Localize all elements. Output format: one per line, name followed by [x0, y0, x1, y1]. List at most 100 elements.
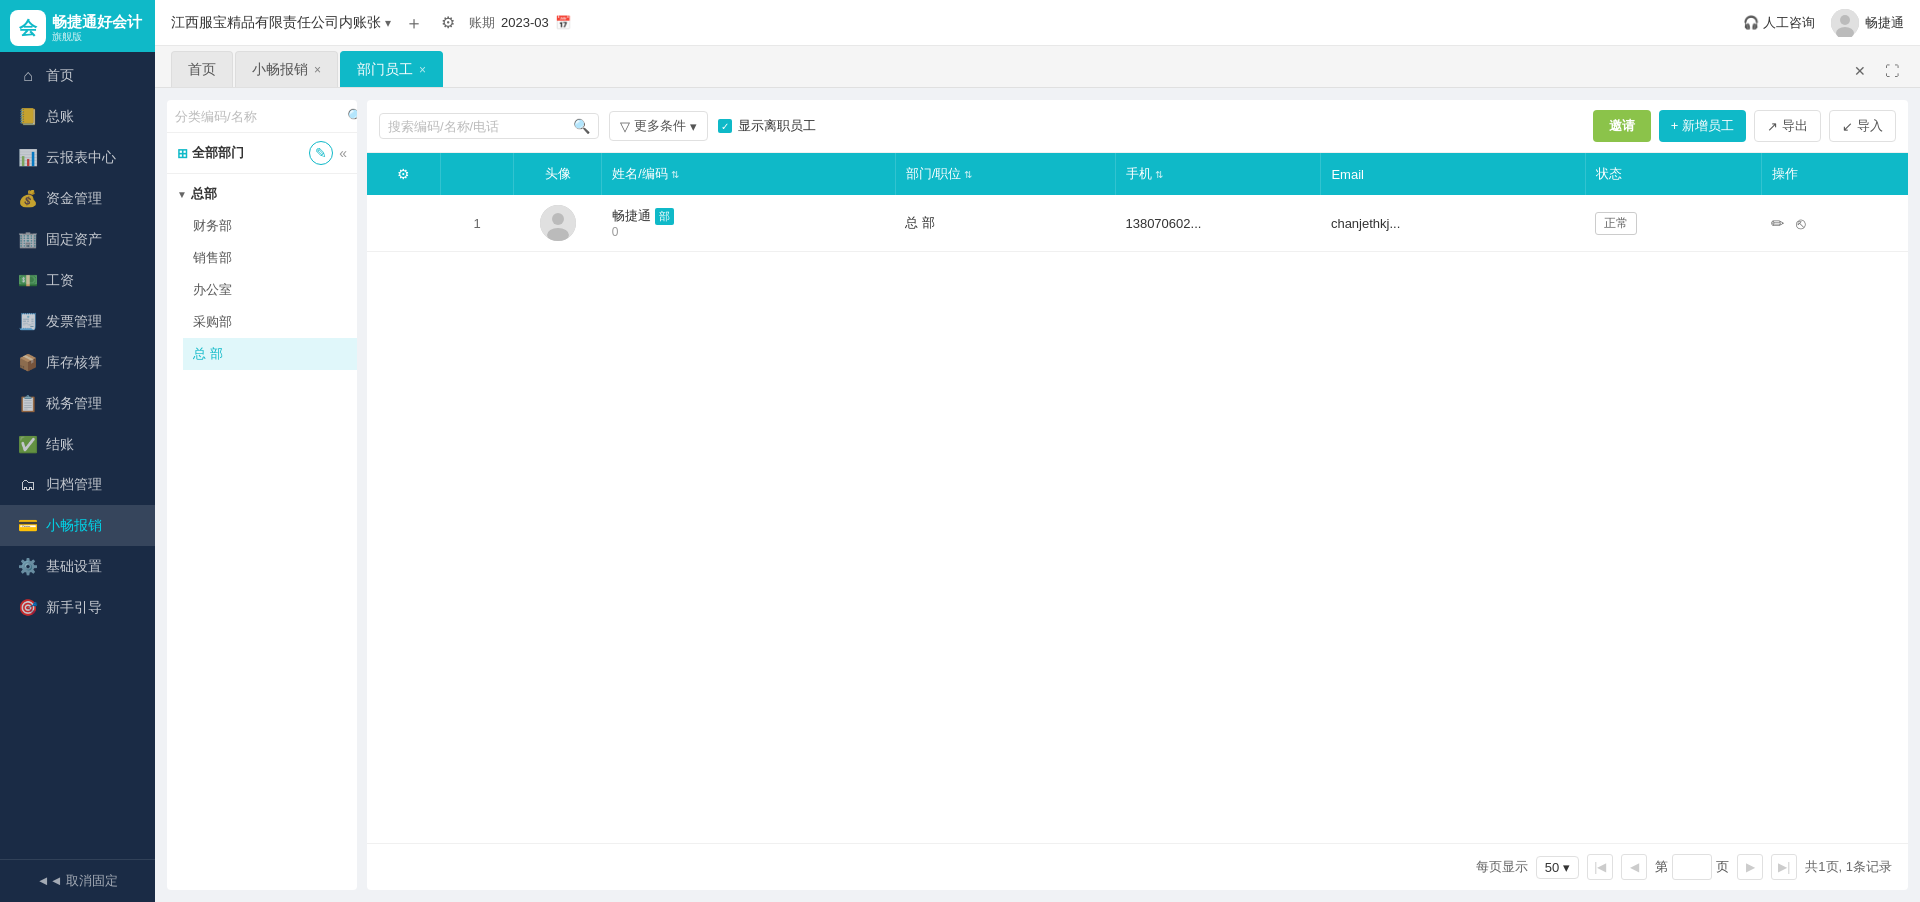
dept-manage-button[interactable]: ✎ [309, 141, 333, 165]
service-button[interactable]: 🎧 人工咨询 [1743, 14, 1815, 32]
sidebar-item-reports[interactable]: 📊 云报表中心 [0, 137, 155, 178]
next-page-button[interactable]: ▶ [1737, 854, 1763, 880]
sidebar-item-label: 结账 [46, 436, 74, 454]
sidebar-item-salary[interactable]: 💵 工资 [0, 260, 155, 301]
dept-item-office[interactable]: 办公室 [183, 274, 357, 306]
th-name[interactable]: 姓名/编码 ⇅ [602, 153, 896, 195]
dept-search-input[interactable] [175, 109, 343, 124]
first-page-button[interactable]: |◀ [1587, 854, 1613, 880]
sidebar-item-settings[interactable]: ⚙️ 基础设置 [0, 546, 155, 587]
avatar-image [540, 205, 576, 241]
sidebar-item-inventory[interactable]: 📦 库存核算 [0, 342, 155, 383]
page-total: 共1页, 1条记录 [1805, 858, 1892, 876]
dept-item-sales[interactable]: 销售部 [183, 242, 357, 274]
th-phone[interactable]: 手机 ⇅ [1115, 153, 1320, 195]
sidebar-item-invoice[interactable]: 🧾 发票管理 [0, 301, 155, 342]
row-status: 正常 [1585, 195, 1761, 252]
sidebar-item-archive[interactable]: 🗂 归档管理 [0, 465, 155, 505]
reports-icon: 📊 [18, 148, 38, 167]
add-company-button[interactable]: ＋ [401, 11, 427, 35]
username: 畅捷通 [1865, 14, 1904, 32]
sort-phone-icon: ⇅ [1155, 169, 1163, 180]
column-settings-icon[interactable]: ⚙ [397, 166, 410, 182]
settings-button[interactable]: ⚙ [437, 13, 459, 32]
sidebar-item-home[interactable]: ⌂ 首页 [0, 56, 155, 96]
app-name: 畅捷通好会计 [52, 13, 142, 31]
sidebar-item-label: 税务管理 [46, 395, 102, 413]
dept-search-icon[interactable]: 🔍 [347, 108, 357, 124]
tabbar: 首页 小畅报销 × 部门员工 × ✕ ⛶ [155, 46, 1920, 88]
th-num [440, 153, 513, 195]
dept-item-purchase[interactable]: 采购部 [183, 306, 357, 338]
tab-close-icon[interactable]: × [419, 63, 426, 77]
th-dept[interactable]: 部门/职位 ⇅ [895, 153, 1115, 195]
tab-xiaochang-label: 小畅报销 [252, 61, 308, 79]
employee-search-input[interactable] [388, 119, 569, 134]
import-button[interactable]: ↙ 导入 [1829, 110, 1896, 142]
current-page-input[interactable]: 1 [1672, 854, 1712, 880]
calendar-icon[interactable]: 📅 [555, 15, 571, 30]
th-avatar: 头像 [514, 153, 602, 195]
sidebar-item-checkout[interactable]: ✅ 结账 [0, 424, 155, 465]
employee-table-container: ⚙ 头像 姓名/编码 ⇅ [367, 153, 1908, 843]
dept-collapse-button[interactable]: « [339, 145, 347, 161]
dept-root-label: 总部 [191, 185, 217, 203]
search-icon[interactable]: 🔍 [573, 118, 590, 134]
archive-icon: 🗂 [18, 476, 38, 494]
tab-close-icon[interactable]: × [314, 63, 321, 77]
avatar [1831, 9, 1859, 37]
prev-page-button[interactable]: ◀ [1621, 854, 1647, 880]
expand-button[interactable]: ⛶ [1880, 59, 1904, 83]
filter-button[interactable]: ▽ 更多条件 ▾ [609, 111, 708, 141]
sidebar-item-ledger[interactable]: 📒 总账 [0, 96, 155, 137]
tax-icon: 📋 [18, 394, 38, 413]
show-resigned-checkbox[interactable]: ✓ [718, 119, 732, 133]
export-button[interactable]: ↗ 导出 [1754, 110, 1821, 142]
edit-button[interactable]: ✏ [1771, 215, 1784, 232]
close-tab-button[interactable]: ✕ [1848, 59, 1872, 83]
dept-item-root[interactable]: ▼ 总部 [167, 178, 357, 210]
row-email: chanjethkj... [1321, 195, 1585, 252]
invite-button[interactable]: 邀请 [1593, 110, 1651, 142]
cancel-pin-button[interactable]: ◄◄ 取消固定 [0, 859, 155, 902]
filter-label: 更多条件 [634, 117, 686, 135]
row-phone: 138070602... [1115, 195, 1320, 252]
xiaochang-icon: 💳 [18, 516, 38, 535]
table-row: 1 [367, 195, 1908, 252]
sidebar-item-guide[interactable]: 🎯 新手引导 [0, 587, 155, 628]
page-size-value: 50 [1545, 860, 1559, 875]
sidebar-item-tax[interactable]: 📋 税务管理 [0, 383, 155, 424]
page-number-input: 第 1 页 [1655, 854, 1729, 880]
company-selector[interactable]: 江西服宝精品有限责任公司内账张 ▾ [171, 14, 391, 32]
department-panel: 🔍 ⊞ 全部部门 ✎ « ▼ 总部 财务部 销售部 办公室 [167, 100, 357, 890]
name-badge: 畅捷通 部 [612, 207, 674, 225]
expand-arrow-icon: ▼ [177, 189, 187, 200]
tab-xiaochang[interactable]: 小畅报销 × [235, 51, 338, 87]
logout-button[interactable]: ⎋ [1796, 215, 1806, 232]
th-actions: 操作 [1761, 153, 1908, 195]
user-menu[interactable]: 畅捷通 [1831, 9, 1904, 37]
employee-search-box: 🔍 [379, 113, 599, 139]
th-settings[interactable]: ⚙ [367, 153, 440, 195]
grid-icon: ⊞ [177, 146, 188, 161]
sidebar-item-xiaochang[interactable]: 💳 小畅报销 [0, 505, 155, 546]
tab-home[interactable]: 首页 [171, 51, 233, 87]
page-size-select[interactable]: 50 ▾ [1536, 856, 1579, 879]
sidebar-item-assets[interactable]: 🏢 固定资产 [0, 219, 155, 260]
company-dropdown-icon: ▾ [385, 16, 391, 30]
dept-item-finance[interactable]: 财务部 [183, 210, 357, 242]
export-icon: ↗ [1767, 119, 1778, 134]
sort-dept-icon: ⇅ [964, 169, 972, 180]
logo[interactable]: 会 畅捷通好会计 旗舰版 [0, 0, 155, 52]
import-icon: ↙ [1842, 119, 1853, 134]
tab-employees[interactable]: 部门员工 × [340, 51, 443, 87]
period-value[interactable]: 2023-03 [501, 15, 549, 30]
show-resigned-toggle[interactable]: ✓ 显示离职员工 [718, 117, 816, 135]
ledger-icon: 📒 [18, 107, 38, 126]
last-page-button[interactable]: ▶| [1771, 854, 1797, 880]
add-employee-button[interactable]: + 新增员工 [1659, 110, 1746, 142]
dept-item-general[interactable]: 总 部 [183, 338, 357, 370]
svg-point-1 [1840, 15, 1850, 25]
sidebar-item-capital[interactable]: 💰 资金管理 [0, 178, 155, 219]
dept-search-bar: 🔍 [167, 100, 357, 133]
